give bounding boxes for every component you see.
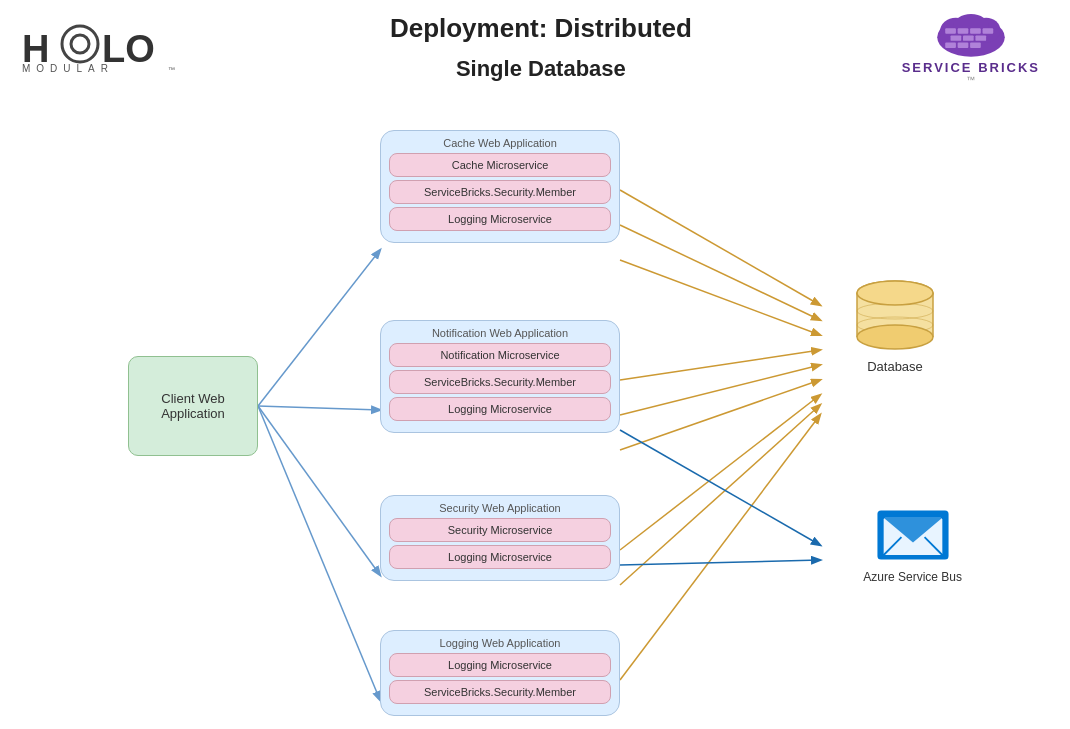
svg-point-1 <box>62 26 98 62</box>
azure-label: Azure Service Bus <box>863 570 962 584</box>
main-title: Deployment: Distributed <box>390 13 692 44</box>
cache-logging: Logging Microservice <box>389 207 611 231</box>
holo-logo: H LO MODULAR ™ <box>20 20 180 75</box>
database-label: Database <box>867 359 923 374</box>
svg-point-42 <box>857 281 933 305</box>
title-area: Deployment: Distributed Single Database <box>390 13 692 82</box>
svg-point-9 <box>953 14 989 39</box>
logging-webapp-container: Logging Web Application Logging Microser… <box>380 630 620 716</box>
security-webapp-label: Security Web Application <box>389 502 611 514</box>
svg-rect-13 <box>982 28 993 33</box>
logging-webapp-label: Logging Web Application <box>389 637 611 649</box>
logging-security-member: ServiceBricks.Security.Member <box>389 680 611 704</box>
cache-microservice: Cache Microservice <box>389 153 611 177</box>
svg-line-34 <box>620 560 820 565</box>
notification-security-member: ServiceBricks.Security.Member <box>389 370 611 394</box>
header: H LO MODULAR ™ Deployment: Distributed S… <box>0 0 1070 85</box>
notification-webapp-label: Notification Web Application <box>389 327 611 339</box>
security-logging: Logging Microservice <box>389 545 611 569</box>
client-label: Client Web Application <box>137 391 249 421</box>
svg-line-26 <box>620 260 820 335</box>
svg-point-41 <box>857 325 933 349</box>
svg-line-27 <box>620 350 820 380</box>
svg-rect-10 <box>945 28 956 33</box>
notification-logging: Logging Microservice <box>389 397 611 421</box>
svg-line-30 <box>620 395 820 550</box>
svg-rect-17 <box>945 43 956 48</box>
svg-line-32 <box>620 415 820 680</box>
svg-line-28 <box>620 365 820 415</box>
svg-rect-15 <box>963 35 974 40</box>
svg-rect-18 <box>958 43 969 48</box>
svg-text:MODULAR: MODULAR <box>22 63 114 74</box>
sub-title: Single Database <box>390 56 692 82</box>
svg-line-23 <box>258 406 380 700</box>
svg-line-29 <box>620 380 820 450</box>
sb-label: SERVICE BRICKS <box>902 60 1040 75</box>
svg-line-31 <box>620 405 820 585</box>
svg-line-25 <box>620 225 820 320</box>
cache-security-member: ServiceBricks.Security.Member <box>389 180 611 204</box>
svg-line-20 <box>258 250 380 406</box>
svg-line-21 <box>258 406 380 410</box>
svg-rect-11 <box>958 28 969 33</box>
svg-rect-19 <box>970 43 981 48</box>
azure-service-bus-group: Azure Service Bus <box>863 500 962 584</box>
svg-rect-16 <box>975 35 986 40</box>
svg-rect-12 <box>970 28 981 33</box>
svg-text:™: ™ <box>168 66 175 73</box>
svg-line-22 <box>258 406 380 575</box>
notification-microservice: Notification Microservice <box>389 343 611 367</box>
diagram: Client Web Application Cache Web Applica… <box>0 120 1070 729</box>
service-bricks-logo: SERVICE BRICKS ™ <box>902 10 1040 85</box>
security-microservice: Security Microservice <box>389 518 611 542</box>
svg-point-2 <box>71 35 89 53</box>
svg-rect-14 <box>950 35 961 40</box>
notification-webapp-container: Notification Web Application Notificatio… <box>380 320 620 433</box>
security-webapp-container: Security Web Application Security Micros… <box>380 495 620 581</box>
client-box: Client Web Application <box>128 356 258 456</box>
svg-line-24 <box>620 190 820 305</box>
svg-line-33 <box>620 430 820 545</box>
cache-webapp-container: Cache Web Application Cache Microservice… <box>380 130 620 243</box>
database-group: Database <box>850 275 940 374</box>
cache-webapp-label: Cache Web Application <box>389 137 611 149</box>
logging-microservice: Logging Microservice <box>389 653 611 677</box>
